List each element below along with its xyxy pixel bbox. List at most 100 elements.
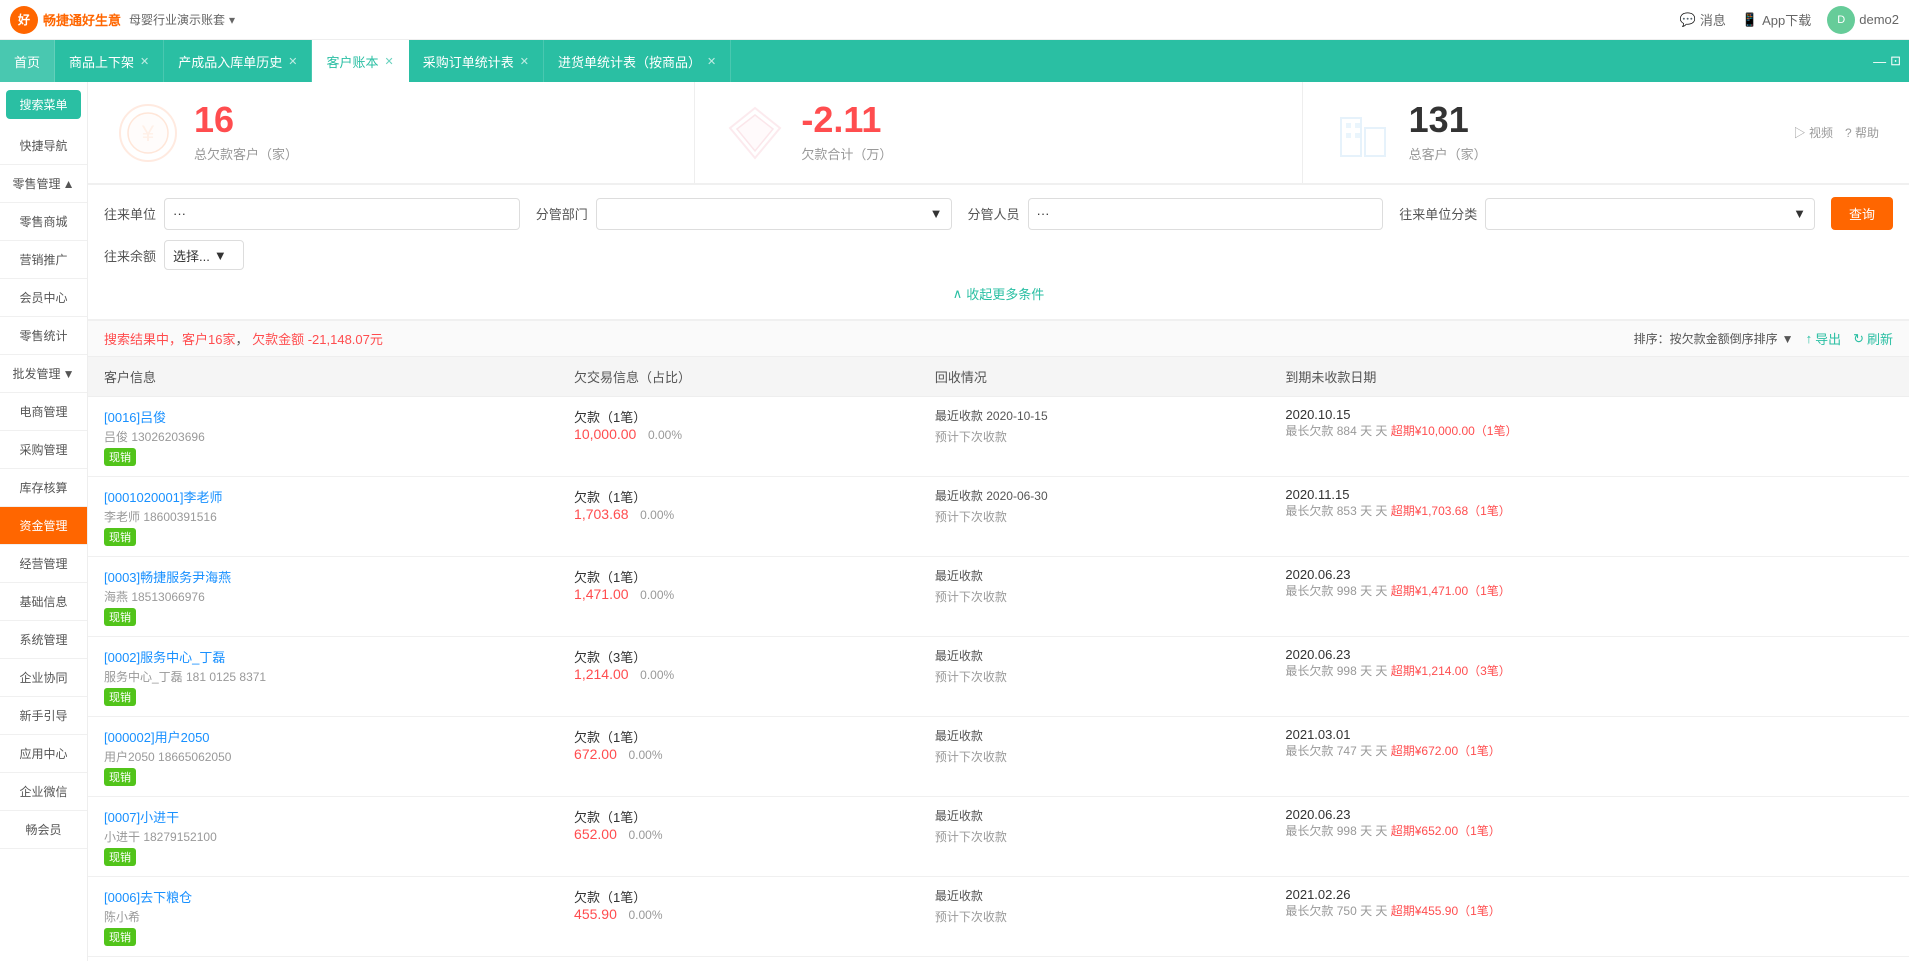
app-download-label: App下载 — [1762, 10, 1811, 29]
store-selector[interactable]: 母婴行业演示账套 ▾ — [129, 11, 235, 28]
debt-amount-5: 652.00 0.00% — [574, 826, 903, 842]
customer-name-2[interactable]: [0003]畅捷服务尹海燕 — [104, 567, 542, 586]
unit-category-select[interactable]: ▼ — [1485, 198, 1815, 230]
sidebar-item-quick-nav[interactable]: 快捷导航 — [0, 127, 87, 165]
balance-select[interactable]: 选择... ▼ — [164, 240, 244, 270]
sidebar-item-vip[interactable]: 畅会员 — [0, 811, 87, 849]
sidebar-inventory-label: 库存核算 — [19, 481, 67, 495]
recent-collect-3: 最近收款 — [935, 647, 1253, 664]
tab-purchase-order-close-icon[interactable]: ✕ — [520, 55, 529, 68]
sidebar-batch-mgmt-arrow-icon: ▼ — [63, 367, 75, 381]
filter-unit-category: 往来单位分类 ▼ — [1399, 198, 1815, 230]
overdue-link-4[interactable]: 超期¥672.00（1笔） — [1391, 744, 1501, 758]
tab-home[interactable]: 首页 — [0, 40, 55, 82]
sidebar-quick-nav-label: 快捷导航 — [19, 139, 67, 153]
table-info: 搜索结果中，客户16家， 欠款金额 -21,148.07元 — [104, 329, 383, 348]
tab-customer-account-close-icon[interactable]: ✕ — [385, 55, 394, 68]
sidebar-item-marketing[interactable]: 营销推广 — [0, 241, 87, 279]
customer-name-1[interactable]: [0001020001]李老师 — [104, 487, 542, 506]
dept-select[interactable]: ▼ — [596, 198, 952, 230]
tab-purchase-stats[interactable]: 进货单统计表（按商品） ✕ — [544, 40, 731, 82]
store-chevron-icon: ▾ — [229, 13, 235, 27]
message-btn[interactable]: 💬 消息 — [1680, 10, 1726, 29]
sidebar-item-retail-stats[interactable]: 零售统计 — [0, 317, 87, 355]
tab-purchase-stats-label: 进货单统计表（按商品） — [558, 52, 701, 71]
sidebar-item-enterprise[interactable]: 企业协同 — [0, 659, 87, 697]
sidebar-item-ecommerce[interactable]: 电商管理 — [0, 393, 87, 431]
collapse-filter-btn[interactable]: ∧ 收起更多条件 — [104, 280, 1893, 307]
overdue-link-3[interactable]: 超期¥1,214.00（3笔） — [1391, 664, 1511, 678]
manager-input[interactable]: ··· — [1028, 198, 1384, 230]
table-row: [0007]小进干 小进干 18279152100 现销 欠款（1笔） 652.… — [88, 797, 1909, 877]
video-btn[interactable]: ▷ 视频 — [1794, 124, 1833, 141]
overdue-link-0[interactable]: 超期¥10,000.00（1笔） — [1391, 424, 1518, 438]
sidebar-item-system[interactable]: 系统管理 — [0, 621, 87, 659]
tab-purchase-order-label: 采购订单统计表 — [423, 52, 514, 71]
sidebar-retail-stats-label: 零售统计 — [19, 329, 67, 343]
cell-due-3: 2020.06.23 最长欠款 998 天 天 超期¥1,214.00（3笔） — [1269, 637, 1909, 717]
top-bar: 好 畅捷通好生意 母婴行业演示账套 ▾ 💬 消息 📱 App下载 D demo2 — [0, 0, 1909, 40]
sort-select[interactable]: 排序：按欠款金额倒序排序 ▼ — [1634, 330, 1794, 347]
sidebar-item-purchase-mgmt[interactable]: 采购管理 — [0, 431, 87, 469]
tab-customer-account[interactable]: 客户账本 ✕ — [312, 40, 408, 82]
customer-name-6[interactable]: [0006]去下粮仓 — [104, 887, 542, 906]
overdue-link-6[interactable]: 超期¥455.90（1笔） — [1391, 904, 1501, 918]
tab-product-shelf[interactable]: 商品上下架 ✕ — [55, 40, 164, 82]
sidebar-business-label: 经营管理 — [19, 557, 67, 571]
sidebar-retail-mgmt-label: 零售管理 — [13, 175, 61, 192]
search-button[interactable]: 查询 — [1831, 197, 1893, 230]
due-date-4: 2021.03.01 — [1285, 727, 1893, 742]
sidebar-item-batch-mgmt[interactable]: 批发管理 ▼ — [0, 355, 87, 393]
stat-label-debt-total: 欠款合计（万） — [801, 144, 892, 163]
cell-debt-1: 欠款（1笔） 1,703.68 0.00% — [558, 477, 919, 557]
tab-product-history[interactable]: 产成品入库单历史 ✕ — [164, 40, 312, 82]
customer-tag-6: 现销 — [104, 928, 136, 946]
customer-phone-0: 吕俊 13026203696 — [104, 428, 542, 445]
from-unit-input[interactable]: ··· — [164, 198, 520, 230]
user-menu[interactable]: D demo2 — [1827, 6, 1899, 34]
sidebar-item-app-center[interactable]: 应用中心 — [0, 735, 87, 773]
filter-from-unit: 往来单位 ··· — [104, 198, 520, 230]
sidebar-item-finance[interactable]: 资金管理 — [0, 507, 87, 545]
cell-collect-4: 最近收款 预计下次收款 — [919, 717, 1269, 797]
search-menu-btn[interactable]: 搜索菜单 — [6, 90, 81, 119]
overdue-link-5[interactable]: 超期¥652.00（1笔） — [1391, 824, 1501, 838]
tab-product-shelf-close-icon[interactable]: ✕ — [140, 55, 149, 68]
tab-maximize-icon[interactable]: ⊡ — [1890, 53, 1901, 69]
table-row: [0016]吕俊 吕俊 13026203696 现销 欠款（1笔） 10,000… — [88, 397, 1909, 477]
refresh-btn[interactable]: ↻ 刷新 — [1853, 329, 1893, 348]
customer-name-5[interactable]: [0007]小进干 — [104, 807, 542, 826]
customer-name-0[interactable]: [0016]吕俊 — [104, 407, 542, 426]
sidebar-item-member-center[interactable]: 会员中心 — [0, 279, 87, 317]
customer-name-3[interactable]: [0002]服务中心_丁磊 — [104, 647, 542, 666]
app-download-btn[interactable]: 📱 App下载 — [1742, 10, 1811, 29]
sidebar-item-enterprise-wechat[interactable]: 企业微信 — [0, 773, 87, 811]
sidebar-purchase-mgmt-label: 采购管理 — [19, 443, 67, 457]
tab-purchase-order[interactable]: 采购订单统计表 ✕ — [409, 40, 544, 82]
export-icon: ↑ — [1806, 331, 1813, 346]
sidebar-item-newbie[interactable]: 新手引导 — [0, 697, 87, 735]
customer-phone-6: 陈小希 — [104, 908, 542, 925]
sidebar-item-basic-info[interactable]: 基础信息 — [0, 583, 87, 621]
message-icon: 💬 — [1680, 12, 1696, 28]
tab-product-history-close-icon[interactable]: ✕ — [288, 55, 297, 68]
recent-collect-6: 最近收款 — [935, 887, 1253, 904]
tab-purchase-stats-close-icon[interactable]: ✕ — [707, 55, 716, 68]
overdue-link-1[interactable]: 超期¥1,703.68（1笔） — [1391, 504, 1511, 518]
overdue-link-2[interactable]: 超期¥1,471.00（1笔） — [1391, 584, 1511, 598]
sidebar-item-retail-store[interactable]: 零售商城 — [0, 203, 87, 241]
stat-value-total-customers: 131 — [1409, 102, 1487, 138]
sidebar-item-retail-mgmt[interactable]: 零售管理 ▲ — [0, 165, 87, 203]
cell-debt-6: 欠款（1笔） 455.90 0.00% — [558, 877, 919, 957]
help-btn[interactable]: ? 帮助 — [1845, 124, 1879, 141]
tab-minimize-icon[interactable]: — — [1873, 54, 1886, 69]
refresh-icon: ↻ — [1853, 331, 1864, 347]
export-btn[interactable]: ↑ 导出 — [1806, 329, 1842, 348]
sidebar-app-center-label: 应用中心 — [19, 747, 67, 761]
table-row: [0006]去下粮仓 陈小希 现销 欠款（1笔） 455.90 0.00% 最近… — [88, 877, 1909, 957]
customer-name-4[interactable]: [000002]用户2050 — [104, 727, 542, 746]
sidebar-item-business[interactable]: 经营管理 — [0, 545, 87, 583]
sidebar-item-inventory[interactable]: 库存核算 — [0, 469, 87, 507]
overdue-days-5: 最长欠款 998 天 天 超期¥652.00（1笔） — [1285, 822, 1893, 839]
next-collect-0: 预计下次收款 — [935, 428, 1253, 445]
